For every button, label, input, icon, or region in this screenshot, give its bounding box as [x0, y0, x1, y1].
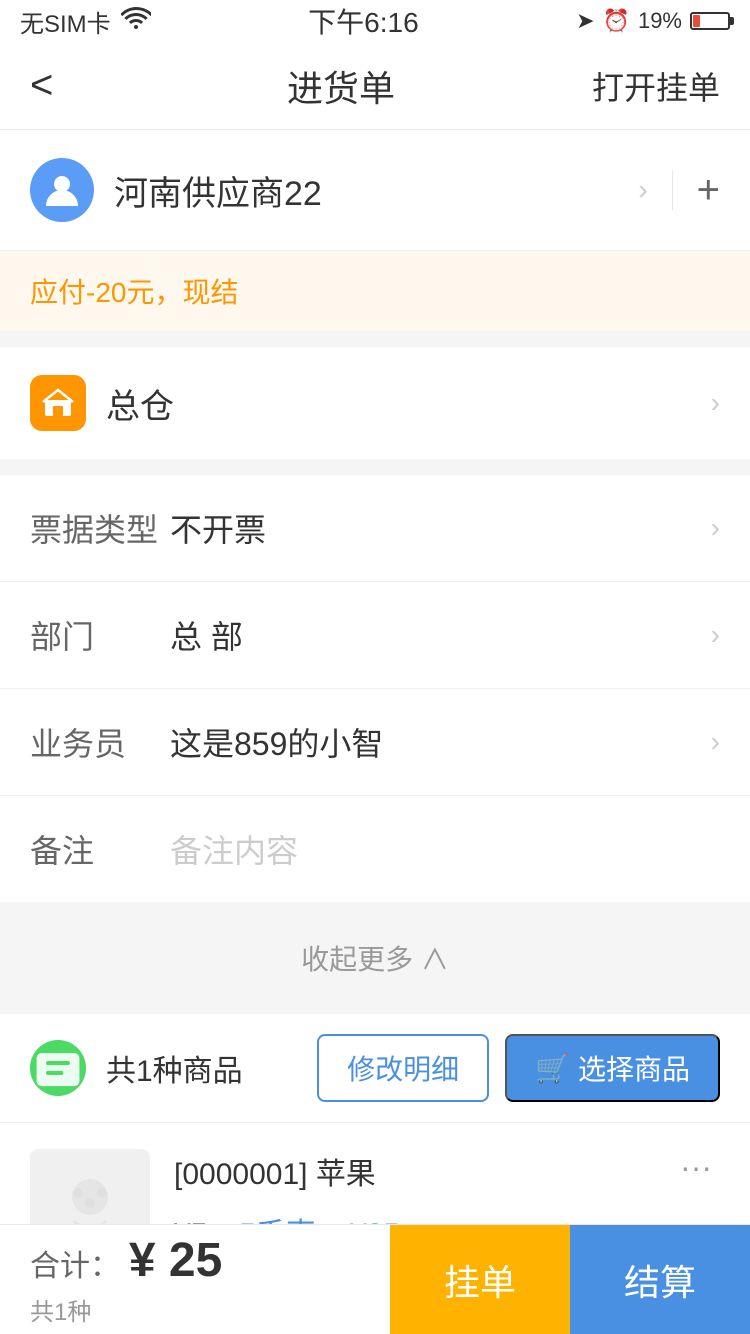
main-content: 河南供应商22 › + 应付-20元，现结 总仓 › 票据类型 不开票 › 部门…: [0, 130, 750, 1293]
status-bar: 无SIM卡 下午6:16 ➤ ⏰ 19%: [0, 0, 750, 42]
total-label: 合计：: [30, 1250, 120, 1283]
alarm-icon: ⏰: [603, 8, 630, 34]
supplier-name: 河南供应商22: [114, 166, 638, 215]
back-button[interactable]: <: [30, 63, 90, 108]
total-row: 合计： ¥ 25: [30, 1233, 360, 1288]
checkout-button[interactable]: 结算: [570, 1225, 750, 1334]
status-left: 无SIM卡: [20, 4, 151, 39]
dept-row[interactable]: 部门 总 部 ›: [0, 582, 750, 689]
product-more-button[interactable]: ···: [672, 1149, 720, 1186]
supplier-warning: 应付-20元，现结: [0, 251, 750, 331]
dept-label: 部门: [30, 612, 170, 658]
warehouse-icon: [30, 375, 86, 431]
products-header: 共1种商品 修改明细 🛒 选择商品: [0, 1014, 750, 1123]
product-code: [0000001]: [174, 1158, 307, 1191]
separator: [0, 998, 750, 1014]
hang-button[interactable]: 挂单: [390, 1225, 570, 1334]
supplier-row[interactable]: 河南供应商22 › +: [0, 130, 750, 251]
edit-detail-button[interactable]: 修改明细: [317, 1034, 489, 1102]
page-title: 进货单: [287, 60, 395, 112]
remark-row[interactable]: 备注 备注内容: [0, 796, 750, 902]
warehouse-card[interactable]: 总仓 ›: [0, 347, 750, 459]
supplier-divider: [672, 170, 673, 210]
battery-percent: 19%: [638, 8, 682, 34]
products-icon: [30, 1040, 86, 1096]
form-card: 票据类型 不开票 › 部门 总 部 › 业务员 这是859的小智 › 备注 备注…: [0, 475, 750, 902]
total-count: 共1种: [30, 1292, 360, 1327]
supplier-chevron-icon: ›: [638, 174, 647, 206]
location-icon: ➤: [576, 8, 594, 34]
status-time: 下午6:16: [308, 1, 419, 41]
invoice-label: 票据类型: [30, 505, 170, 551]
dept-chevron-icon: ›: [711, 619, 720, 651]
remark-input[interactable]: 备注内容: [170, 826, 720, 872]
wifi-icon: [121, 7, 151, 36]
warehouse-chevron-icon: ›: [711, 387, 720, 419]
cart-icon: 🛒: [535, 1052, 570, 1085]
battery-icon: [690, 12, 730, 30]
dept-value: 总 部: [170, 612, 711, 658]
sales-row[interactable]: 业务员 这是859的小智 ›: [0, 689, 750, 796]
product-title: 苹果: [316, 1158, 376, 1191]
product-name: [0000001] 苹果: [174, 1149, 672, 1193]
invoice-value: 不开票: [170, 505, 711, 551]
nav-bar: < 进货单 打开挂单: [0, 42, 750, 130]
network-label: 无SIM卡: [20, 4, 111, 39]
products-count: 共1种商品: [106, 1046, 317, 1090]
warehouse-name: 总仓: [106, 379, 711, 428]
sales-chevron-icon: ›: [711, 726, 720, 758]
sales-label: 业务员: [30, 719, 170, 765]
sales-value: 这是859的小智: [170, 719, 711, 765]
supplier-avatar: [30, 158, 94, 222]
select-product-button[interactable]: 🛒 选择商品: [505, 1034, 720, 1102]
select-product-label: 选择商品: [578, 1048, 690, 1088]
total-section: 合计： ¥ 25 共1种: [0, 1233, 390, 1327]
warehouse-row[interactable]: 总仓 ›: [0, 347, 750, 459]
add-supplier-button[interactable]: +: [697, 168, 720, 213]
total-amount: ¥ 25: [129, 1234, 222, 1287]
collapse-label: 收起更多 ∧: [301, 938, 449, 978]
remark-label: 备注: [30, 826, 170, 872]
invoice-row[interactable]: 票据类型 不开票 ›: [0, 475, 750, 582]
collapse-bar[interactable]: 收起更多 ∧: [0, 918, 750, 998]
open-hang-button[interactable]: 打开挂单: [592, 63, 720, 109]
invoice-chevron-icon: ›: [711, 512, 720, 544]
bottom-bar: 合计： ¥ 25 共1种 挂单 结算: [0, 1224, 750, 1334]
status-right: ➤ ⏰ 19%: [576, 8, 730, 34]
supplier-card: 河南供应商22 › + 应付-20元，现结: [0, 130, 750, 331]
